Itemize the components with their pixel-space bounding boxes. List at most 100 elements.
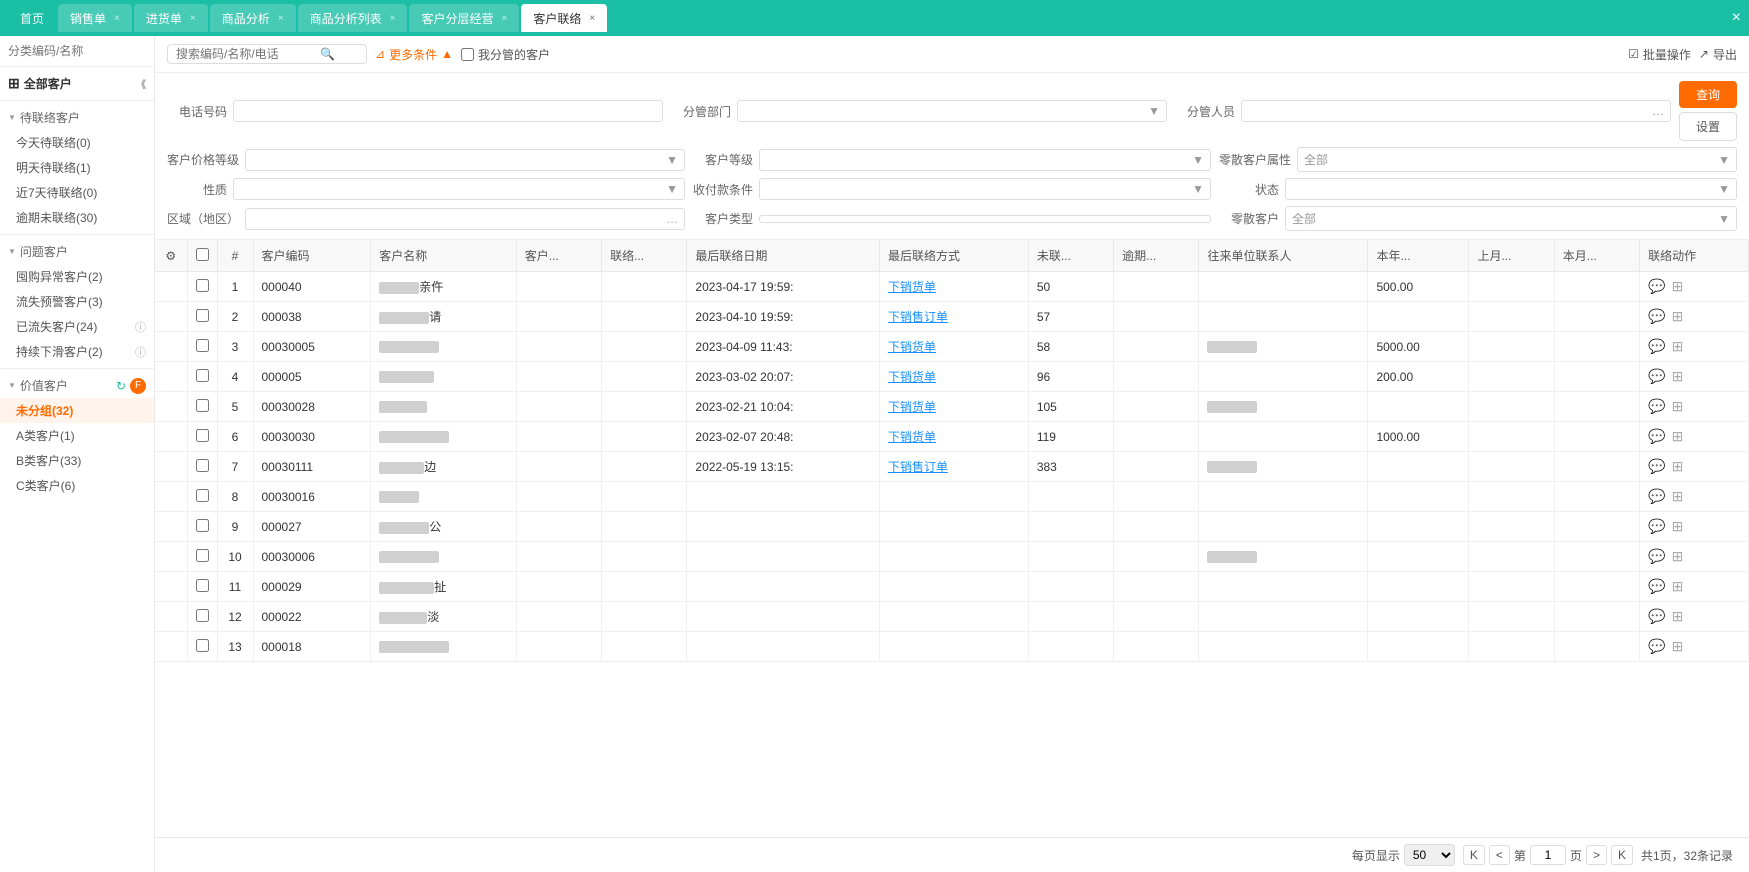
sidebar-item-class-b[interactable]: B类客户(33): [0, 448, 154, 473]
my-customers-checkbox-wrap[interactable]: 我分管的客户: [461, 46, 550, 63]
row-checkbox[interactable]: [196, 399, 209, 412]
grid-action-icon[interactable]: ⊞: [1672, 428, 1684, 445]
sidebar-group-problem[interactable]: ▼ 问题客户: [0, 239, 154, 264]
contact-method-link[interactable]: 下销货单: [888, 370, 936, 384]
close-icon[interactable]: ×: [390, 13, 396, 24]
message-icon[interactable]: 💬: [1648, 638, 1665, 655]
sidebar-item-class-a[interactable]: A类客户(1): [0, 423, 154, 448]
next-page-btn[interactable]: >: [1586, 845, 1607, 865]
message-icon[interactable]: 💬: [1648, 368, 1665, 385]
contact-method-link[interactable]: 下销售订单: [888, 460, 948, 474]
grid-action-icon[interactable]: ⊞: [1672, 278, 1684, 295]
row-checkbox[interactable]: [196, 579, 209, 592]
sidebar-item-7days-pending[interactable]: 近7天待联络(0): [0, 180, 154, 205]
reset-button[interactable]: 设置: [1679, 112, 1737, 141]
last-page-btn[interactable]: K: [1611, 845, 1633, 865]
page-size-select[interactable]: 50 20 100: [1404, 844, 1455, 866]
check-cell[interactable]: [187, 392, 217, 422]
search-icon[interactable]: 🔍: [320, 47, 335, 61]
tab-purchase[interactable]: 进货单 ×: [134, 4, 208, 32]
contact-method-link[interactable]: 下销货单: [888, 400, 936, 414]
sidebar-group-pending[interactable]: ▼ 待联络客户: [0, 105, 154, 130]
row-checkbox[interactable]: [196, 519, 209, 532]
grid-action-icon[interactable]: ⊞: [1672, 578, 1684, 595]
message-icon[interactable]: 💬: [1648, 458, 1665, 475]
tab-customer-contact[interactable]: 客户联络 ×: [521, 4, 607, 32]
close-icon[interactable]: ×: [190, 13, 196, 24]
price-level-select[interactable]: ▼: [245, 149, 685, 171]
check-cell[interactable]: [187, 602, 217, 632]
payment-select[interactable]: ▼: [759, 178, 1211, 200]
collapse-icon[interactable]: 《: [136, 76, 146, 91]
message-icon[interactable]: 💬: [1648, 548, 1665, 565]
contact-method-link[interactable]: 下销货单: [888, 340, 936, 354]
sidebar-item-declining[interactable]: 持续下滑客户(2) ⓘ: [0, 339, 154, 364]
check-cell[interactable]: [187, 632, 217, 662]
row-checkbox[interactable]: [196, 609, 209, 622]
page-number-input[interactable]: [1530, 845, 1566, 865]
grid-action-icon[interactable]: ⊞: [1672, 458, 1684, 475]
message-icon[interactable]: 💬: [1648, 518, 1665, 535]
row-checkbox[interactable]: [196, 339, 209, 352]
contact-method-link[interactable]: 下销货单: [888, 430, 936, 444]
check-cell[interactable]: [187, 482, 217, 512]
tab-customer-tier[interactable]: 客户分层经营 ×: [409, 4, 519, 32]
all-customers-section[interactable]: ⊞ 全部客户 《: [0, 67, 154, 96]
message-icon[interactable]: 💬: [1648, 308, 1665, 325]
check-cell[interactable]: [187, 332, 217, 362]
check-cell[interactable]: [187, 272, 217, 302]
message-icon[interactable]: 💬: [1648, 428, 1665, 445]
message-icon[interactable]: 💬: [1648, 398, 1665, 415]
close-icon[interactable]: ×: [501, 13, 507, 24]
grid-action-icon[interactable]: ⊞: [1672, 548, 1684, 565]
check-cell[interactable]: [187, 572, 217, 602]
grid-action-icon[interactable]: ⊞: [1672, 398, 1684, 415]
check-cell[interactable]: [187, 512, 217, 542]
tab-product-analysis[interactable]: 商品分析 ×: [210, 4, 296, 32]
gender-select[interactable]: ▼: [233, 178, 685, 200]
more-filter-btn[interactable]: ⊿ 更多条件 ▲: [375, 46, 453, 63]
message-icon[interactable]: 💬: [1648, 278, 1665, 295]
sidebar-item-class-c[interactable]: C类客户(6): [0, 473, 154, 498]
close-all-tabs-icon[interactable]: ×: [1732, 9, 1741, 27]
col-check[interactable]: [187, 240, 217, 272]
my-customers-checkbox[interactable]: [461, 48, 474, 61]
grid-action-icon[interactable]: ⊞: [1672, 338, 1684, 355]
row-checkbox[interactable]: [196, 639, 209, 652]
select-all-checkbox[interactable]: [196, 248, 209, 261]
sidebar-item-tomorrow-pending[interactable]: 明天待联络(1): [0, 155, 154, 180]
check-cell[interactable]: [187, 542, 217, 572]
check-cell[interactable]: [187, 452, 217, 482]
grid-action-icon[interactable]: ⊞: [1672, 308, 1684, 325]
row-checkbox[interactable]: [196, 369, 209, 382]
sidebar-item-churned[interactable]: 已流失客户(24) ⓘ: [0, 314, 154, 339]
tab-sales[interactable]: 销售单 ×: [58, 4, 132, 32]
col-gear[interactable]: ⚙: [155, 240, 187, 272]
sidebar-item-churn-warning[interactable]: 流失预警客户(3): [0, 289, 154, 314]
search-input[interactable]: [176, 47, 316, 61]
check-cell[interactable]: [187, 362, 217, 392]
prev-page-btn[interactable]: <: [1489, 845, 1510, 865]
contact-method-link[interactable]: 下销售订单: [888, 310, 948, 324]
customer-level-select[interactable]: ▼: [759, 149, 1211, 171]
tab-home[interactable]: 首页: [8, 4, 56, 32]
dept-select[interactable]: ▼: [737, 100, 1167, 122]
grid-action-icon[interactable]: ⊞: [1672, 608, 1684, 625]
status-select[interactable]: ▼: [1285, 178, 1737, 200]
grid-action-icon[interactable]: ⊞: [1672, 368, 1684, 385]
row-checkbox[interactable]: [196, 309, 209, 322]
close-icon[interactable]: ×: [278, 13, 284, 24]
refresh-icon[interactable]: ↻: [116, 379, 126, 393]
sidebar-group-value[interactable]: ▼ 价值客户 ↻ F: [0, 373, 154, 398]
manager-select[interactable]: …: [1241, 100, 1671, 122]
close-icon[interactable]: ×: [114, 13, 120, 24]
row-checkbox[interactable]: [196, 459, 209, 472]
export-btn[interactable]: ↗ 导出: [1699, 46, 1737, 63]
message-icon[interactable]: 💬: [1648, 578, 1665, 595]
sidebar-item-today-pending[interactable]: 今天待联络(0): [0, 130, 154, 155]
message-icon[interactable]: 💬: [1648, 608, 1665, 625]
message-icon[interactable]: 💬: [1648, 338, 1665, 355]
row-checkbox[interactable]: [196, 489, 209, 502]
sidebar-item-hoarding-anomaly[interactable]: 囤购异常客户(2): [0, 264, 154, 289]
sidebar-search-input[interactable]: [8, 44, 155, 58]
